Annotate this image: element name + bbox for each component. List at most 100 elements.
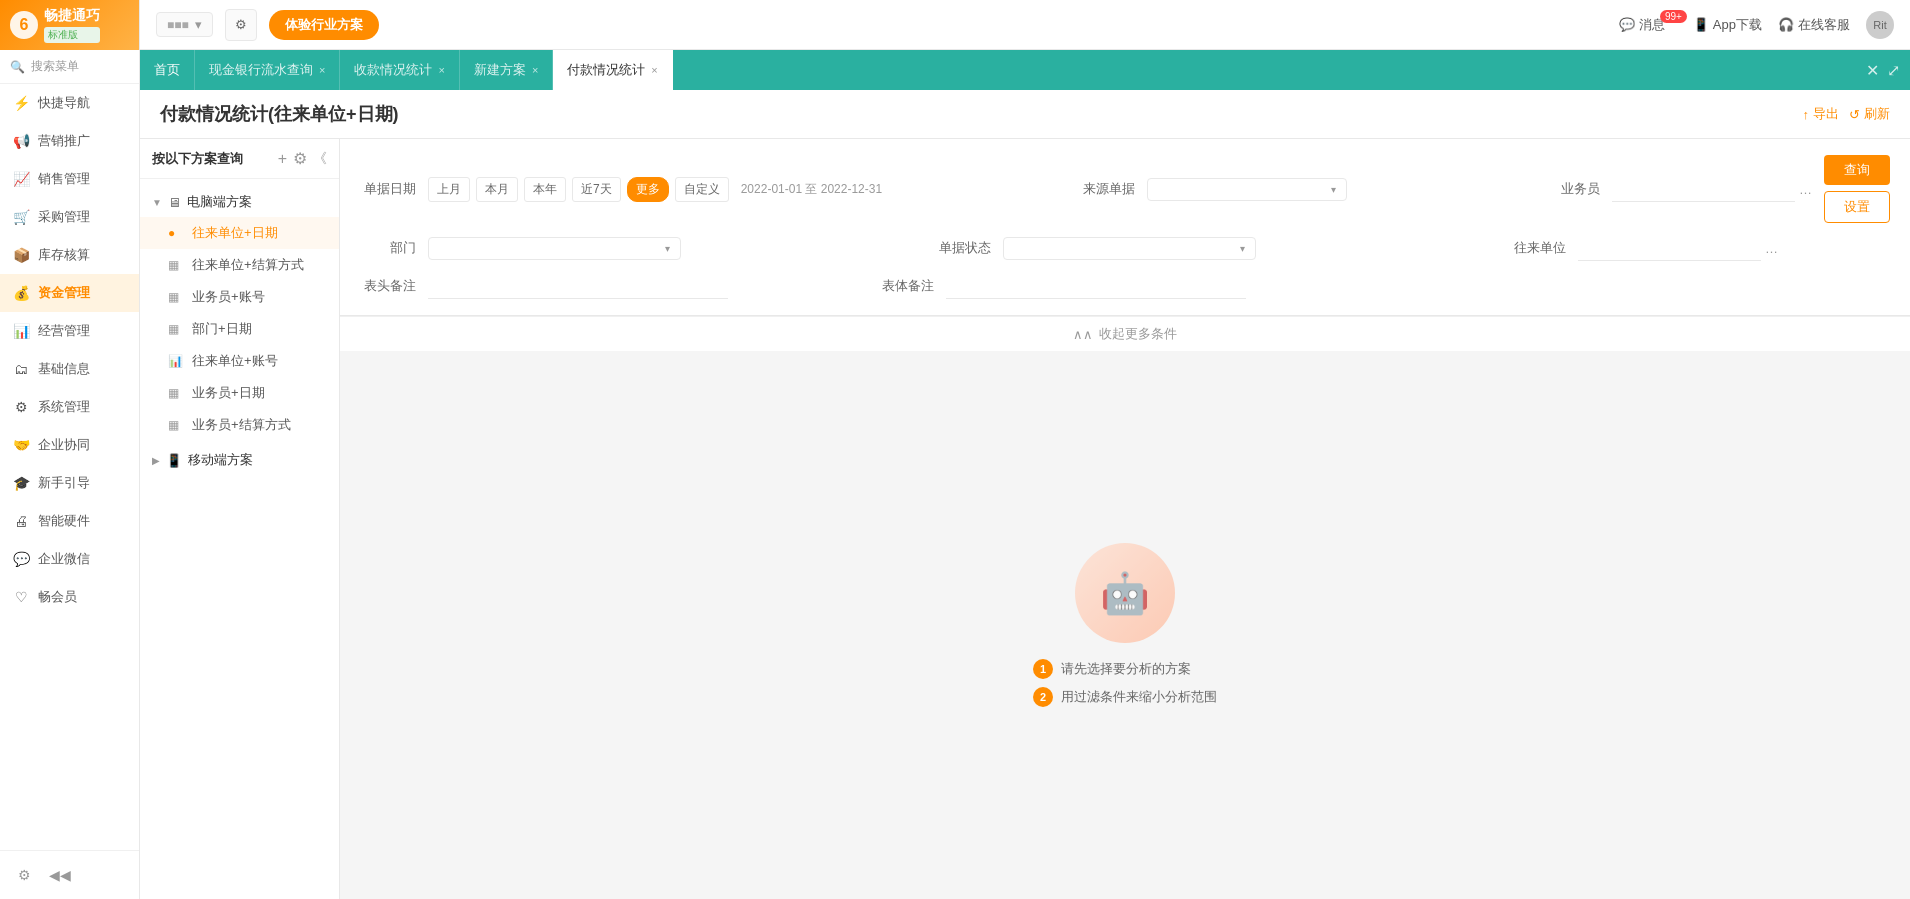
tab-home[interactable]: 首页 bbox=[140, 50, 195, 90]
export-btn[interactable]: ↑ 导出 bbox=[1803, 105, 1840, 123]
counterpart-input[interactable] bbox=[1578, 235, 1761, 261]
salesman-label: 业务员 bbox=[1544, 180, 1600, 198]
query-btn[interactable]: 查询 bbox=[1824, 155, 1890, 185]
current-year-btn[interactable]: 本年 bbox=[524, 177, 566, 202]
message-icon: 💬 bbox=[1619, 17, 1635, 32]
tab-new-scheme[interactable]: 新建方案 × bbox=[460, 50, 553, 90]
settings-footer-btn[interactable]: ⚙ bbox=[10, 861, 38, 889]
custom-date-btn[interactable]: 自定义 bbox=[675, 177, 729, 202]
scheme-dept-date[interactable]: ▦ 部门+日期 bbox=[140, 313, 339, 345]
tab-payment-stats[interactable]: 付款情况统计 × bbox=[553, 50, 672, 90]
table-icon-3: ▦ bbox=[168, 322, 184, 336]
app-download-label: App下载 bbox=[1713, 16, 1762, 34]
body-remark-input[interactable] bbox=[946, 273, 1246, 299]
more-dates-btn[interactable]: 更多 bbox=[627, 177, 669, 202]
sidebar-item-member[interactable]: ♡ 畅会员 bbox=[0, 578, 139, 616]
voucher-status-select[interactable]: ▾ bbox=[1003, 237, 1256, 260]
tab-collection-stats[interactable]: 收款情况统计 × bbox=[340, 50, 459, 90]
table-icon-2: ▦ bbox=[168, 290, 184, 304]
date-label: 单据日期 bbox=[360, 180, 416, 198]
page-content: 付款情况统计(往来单位+日期) ↑ 导出 ↺ 刷新 按以下方案查询 + bbox=[140, 90, 1910, 899]
scheme-counterpart-payment[interactable]: ▦ 往来单位+结算方式 bbox=[140, 249, 339, 281]
desktop-group-header[interactable]: ▼ 🖥 电脑端方案 bbox=[140, 187, 339, 217]
scheme-panel-actions: + ⚙ 《 bbox=[278, 149, 327, 168]
new-scheme-label: 新建方案 bbox=[474, 61, 526, 79]
home-tab-label: 首页 bbox=[154, 61, 180, 79]
filter-form: 单据日期 上月 本月 本年 近7天 更多 自定义 2022-01-01 至 20… bbox=[340, 139, 1910, 316]
dept-label: 部门 bbox=[360, 239, 416, 257]
sidebar-item-wechat[interactable]: 💬 企业微信 bbox=[0, 540, 139, 578]
close-payment-stats-icon[interactable]: × bbox=[651, 64, 657, 76]
sidebar-item-inventory[interactable]: 📦 库存核算 bbox=[0, 236, 139, 274]
sidebar-item-operations[interactable]: 📊 经营管理 bbox=[0, 312, 139, 350]
scheme-counterpart-date[interactable]: ● 往来单位+日期 bbox=[140, 217, 339, 249]
last-month-btn[interactable]: 上月 bbox=[428, 177, 470, 202]
date-options: 上月 本月 本年 近7天 更多 自定义 bbox=[428, 177, 729, 202]
header-remark-input[interactable] bbox=[428, 273, 728, 299]
app-download-btn[interactable]: 📱 App下载 bbox=[1693, 16, 1762, 34]
refresh-btn[interactable]: ↺ 刷新 bbox=[1849, 105, 1890, 123]
bank-flow-label: 现金银行流水查询 bbox=[209, 61, 313, 79]
desktop-group-label: 电脑端方案 bbox=[187, 193, 252, 211]
mobile-group-header[interactable]: ▶ 📱 移动端方案 bbox=[140, 445, 339, 475]
scheme-salesman-date[interactable]: ▦ 业务员+日期 bbox=[140, 377, 339, 409]
user-profile[interactable]: Rit bbox=[1866, 11, 1894, 39]
member-icon: ♡ bbox=[12, 588, 30, 606]
sidebar-item-cooperation[interactable]: 🤝 企业协同 bbox=[0, 426, 139, 464]
close-all-tabs-btn[interactable]: ✕ bbox=[1866, 61, 1879, 80]
counterpart-dots[interactable]: … bbox=[1765, 241, 1778, 256]
arrow-down-icon: ▼ bbox=[152, 197, 162, 208]
maximize-btn[interactable]: ⤢ bbox=[1887, 61, 1900, 80]
mobile-icon: 📱 bbox=[166, 453, 182, 468]
sidebar-item-purchase[interactable]: 🛒 采购管理 bbox=[0, 198, 139, 236]
sales-icon: 📈 bbox=[12, 170, 30, 188]
collapse-panel-btn[interactable]: 《 bbox=[313, 150, 327, 168]
collapse-sidebar-btn[interactable]: ◀◀ bbox=[46, 861, 74, 889]
sidebar-item-basic[interactable]: 🗂 基础信息 bbox=[0, 350, 139, 388]
sidebar-item-guide[interactable]: 🎓 新手引导 bbox=[0, 464, 139, 502]
scheme-tree: ▼ 🖥 电脑端方案 ● 往来单位+日期 ▦ 往来单位+结算方式 bbox=[140, 179, 339, 899]
scheme-panel: 按以下方案查询 + ⚙ 《 ▼ 🖥 电脑端方案 bbox=[140, 139, 340, 899]
tab-bank-flow[interactable]: 现金银行流水查询 × bbox=[195, 50, 340, 90]
sidebar-item-finance[interactable]: 💰 资金管理 bbox=[0, 274, 139, 312]
export-label: 导出 bbox=[1813, 105, 1839, 123]
source-select[interactable]: ▾ bbox=[1147, 178, 1347, 201]
filter-settings-btn[interactable]: 设置 bbox=[1824, 191, 1890, 223]
sidebar-item-marketing[interactable]: 📢 营销推广 bbox=[0, 122, 139, 160]
industry-btn[interactable]: 体验行业方案 bbox=[269, 10, 379, 40]
scheme-salesman-account[interactable]: ▦ 业务员+账号 bbox=[140, 281, 339, 313]
scheme-counterpart-account[interactable]: 📊 往来单位+账号 bbox=[140, 345, 339, 377]
filter-area: 单据日期 上月 本月 本年 近7天 更多 自定义 2022-01-01 至 20… bbox=[340, 139, 1910, 899]
app-logo: 6 bbox=[10, 11, 38, 39]
sidebar-item-system[interactable]: ⚙ 系统管理 bbox=[0, 388, 139, 426]
last-7-days-btn[interactable]: 近7天 bbox=[572, 177, 621, 202]
active-scheme-icon: ● bbox=[168, 226, 184, 240]
salesman-input[interactable] bbox=[1612, 176, 1795, 202]
close-new-scheme-icon[interactable]: × bbox=[532, 64, 538, 76]
topbar-settings-btn[interactable]: ⚙ bbox=[225, 9, 257, 41]
empty-hints: 1 请先选择要分析的方案 2 用过滤条件来缩小分析范围 bbox=[1033, 659, 1217, 707]
scheme-panel-header: 按以下方案查询 + ⚙ 《 bbox=[140, 139, 339, 179]
close-bank-flow-icon[interactable]: × bbox=[319, 64, 325, 76]
current-month-btn[interactable]: 本月 bbox=[476, 177, 518, 202]
refresh-label: 刷新 bbox=[1864, 105, 1890, 123]
collapse-more-btn[interactable]: ∧∧ 收起更多条件 bbox=[340, 316, 1910, 351]
table-icon-5: ▦ bbox=[168, 418, 184, 432]
guide-label: 新手引导 bbox=[38, 474, 90, 492]
nav-dropdown[interactable]: ■■■ ▾ bbox=[156, 12, 213, 37]
online-service-btn[interactable]: 🎧 在线客服 bbox=[1778, 16, 1850, 34]
close-collection-icon[interactable]: × bbox=[438, 64, 444, 76]
purchase-label: 采购管理 bbox=[38, 208, 90, 226]
message-btn[interactable]: 💬 消息 99+ bbox=[1619, 16, 1677, 34]
sidebar-item-sales[interactable]: 📈 销售管理 bbox=[0, 160, 139, 198]
sidebar-item-hardware[interactable]: 🖨 智能硬件 bbox=[0, 502, 139, 540]
scheme-salesman-payment[interactable]: ▦ 业务员+结算方式 bbox=[140, 409, 339, 441]
salesman-dots[interactable]: … bbox=[1799, 182, 1812, 197]
search-menu[interactable]: 🔍 搜索菜单 bbox=[0, 50, 139, 84]
dept-select[interactable]: ▾ bbox=[428, 237, 681, 260]
add-scheme-btn[interactable]: + bbox=[278, 150, 287, 168]
inventory-label: 库存核算 bbox=[38, 246, 90, 264]
sidebar-item-quick-nav[interactable]: ⚡ 快捷导航 bbox=[0, 84, 139, 122]
scheme-settings-btn[interactable]: ⚙ bbox=[293, 149, 307, 168]
app-version: 标准版 bbox=[44, 27, 100, 43]
